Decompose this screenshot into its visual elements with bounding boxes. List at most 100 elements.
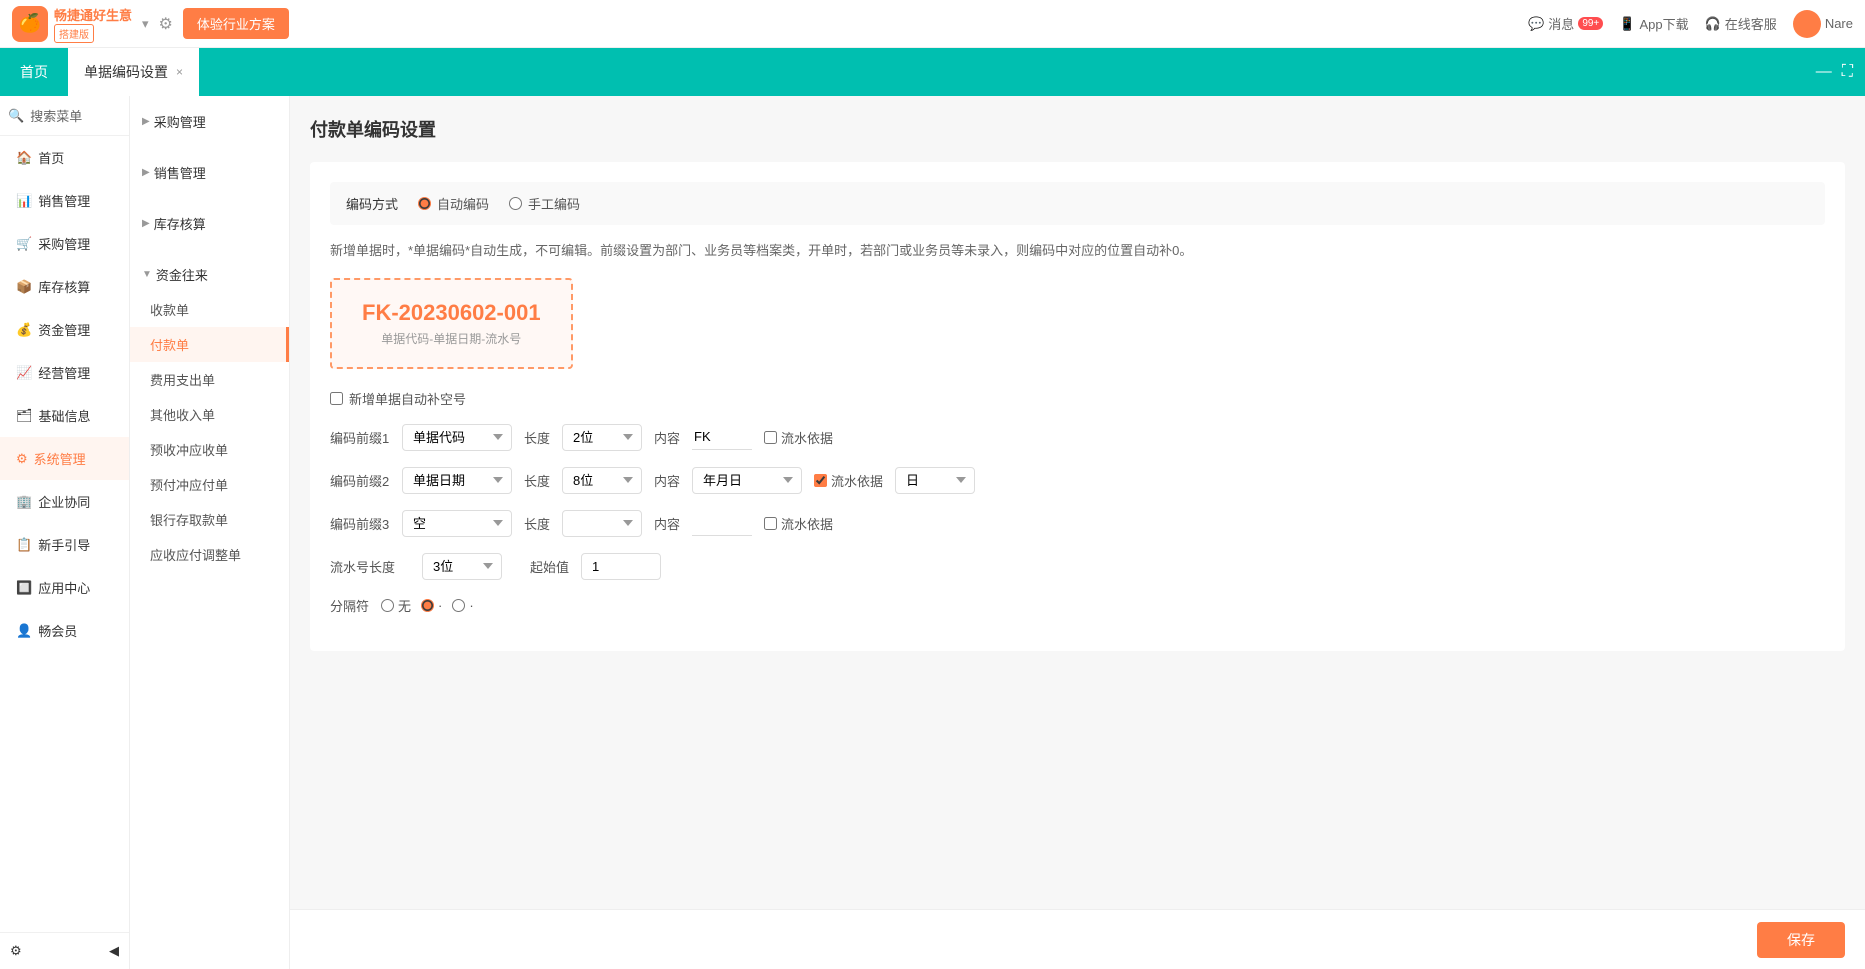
prefix2-serial-unit-select[interactable]: 日 月 年 [895, 467, 975, 494]
sec-item-prepay-receivable[interactable]: 预收冲应收单 [130, 432, 289, 467]
separator-dot-text: · [438, 598, 442, 613]
prefix2-content-select[interactable]: 年月日 年月 年 [692, 467, 802, 494]
prefix1-content-input[interactable] [692, 424, 752, 450]
preview-code: FK-20230602-001 [362, 300, 541, 326]
sidebar-item-sales[interactable]: 📊 销售管理 [0, 179, 129, 222]
serial-length-select[interactable]: 3位 4位 5位 6位 [422, 553, 502, 580]
user-area[interactable]: Nare [1793, 10, 1853, 38]
sidebar-item-purchase[interactable]: 🛒 采购管理 [0, 222, 129, 265]
preview-desc: 单据代码-单据日期-流水号 [362, 330, 541, 347]
sidebar-item-appcenter-label: 应用中心 [38, 578, 90, 597]
sidebar-item-guide[interactable]: 📋 新手引导 [0, 523, 129, 566]
message-item[interactable]: 💬 消息 99+ [1528, 14, 1603, 33]
prefix3-length-select[interactable] [562, 510, 642, 537]
separator-dash-label[interactable]: · [452, 598, 473, 613]
tab-home[interactable]: 首页 [0, 48, 68, 96]
encoding-mode-title: 编码方式 [346, 194, 398, 213]
sec-label-capital: 资金往来 [156, 265, 208, 284]
sidebar-footer: ⚙ ◀ [0, 932, 129, 969]
prefix1-length-select[interactable]: 2位 4位 [562, 424, 642, 451]
sec-group-inventory: ▶ 库存核算 [130, 198, 289, 249]
topbar-chevron-icon[interactable]: ▾ [142, 16, 149, 32]
start-value-input[interactable] [581, 553, 661, 580]
app-download-item[interactable]: 📱 App下载 [1619, 14, 1688, 33]
chevron-inventory-icon: ▶ [142, 218, 150, 229]
prefix3-serial-checkbox-label[interactable]: 流水依据 [764, 514, 833, 533]
footer-collapse-icon[interactable]: ◀ [109, 943, 119, 959]
message-badge: 99+ [1578, 17, 1603, 30]
separator-none-radio[interactable] [381, 599, 394, 612]
prefix3-content-input[interactable] [692, 510, 752, 536]
separator-label: 分隔符 [330, 596, 369, 615]
separator-dash-text: · [469, 598, 473, 613]
sidebar-item-purchase-label: 采购管理 [38, 234, 90, 253]
topbar-settings-icon[interactable]: ⚙ [159, 14, 173, 34]
sec-item-bank-deposit[interactable]: 银行存取款单 [130, 502, 289, 537]
tab-serial-config[interactable]: 单据编码设置 × [68, 48, 199, 96]
separator-none-text: 无 [398, 596, 411, 615]
inventory-icon: 📦 [16, 279, 32, 295]
sidebar-search[interactable]: 🔍 搜索菜单 [0, 96, 129, 136]
service-icon: 🎧 [1705, 16, 1721, 32]
prefix1-serial-checkbox[interactable] [764, 431, 777, 444]
separator-dash-radio[interactable] [452, 599, 465, 612]
sidebar-item-operations[interactable]: 📈 经营管理 [0, 351, 129, 394]
sidebar-item-enterprise[interactable]: 🏢 企业协同 [0, 480, 129, 523]
sec-item-receipt[interactable]: 收款单 [130, 292, 289, 327]
prefix1-length-label: 长度 [524, 428, 550, 447]
sidebar-item-home[interactable]: 🏠 首页 [0, 136, 129, 179]
prefix2-length-select[interactable]: 8位 6位 10位 [562, 467, 642, 494]
sec-header-purchase[interactable]: ▶ 采购管理 [130, 104, 289, 139]
sidebar-item-member-label: 畅会员 [38, 621, 77, 640]
sidebar-item-basic[interactable]: 🗂 基础信息 [0, 394, 129, 437]
manual-code-radio[interactable] [509, 197, 522, 210]
message-label: 消息 [1548, 14, 1574, 33]
footer-settings-icon[interactable]: ⚙ [10, 943, 22, 959]
prefix1-select[interactable]: 单据代码 单据日期 部门 业务员 空 [402, 424, 512, 451]
tab-close-icon[interactable]: × [176, 65, 183, 79]
sec-header-inventory[interactable]: ▶ 库存核算 [130, 206, 289, 241]
auto-code-radio[interactable] [418, 197, 431, 210]
auto-fill-checkbox[interactable] [330, 392, 343, 405]
sidebar-item-inventory[interactable]: 📦 库存核算 [0, 265, 129, 308]
prefix3-serial-checkbox[interactable] [764, 517, 777, 530]
preview-box: FK-20230602-001 单据代码-单据日期-流水号 [330, 278, 573, 369]
sidebar-item-appcenter[interactable]: 🔲 应用中心 [0, 566, 129, 609]
prefix2-serial-checkbox-label[interactable]: 流水依据 [814, 471, 883, 490]
chevron-sales-icon: ▶ [142, 167, 150, 178]
sec-item-other-income[interactable]: 其他收入单 [130, 397, 289, 432]
nav-minimize-icon[interactable]: — [1816, 63, 1832, 81]
topbar-right: 💬 消息 99+ 📱 App下载 🎧 在线客服 Nare [1528, 10, 1853, 38]
sidebar-item-system-label: 系统管理 [34, 449, 86, 468]
trial-button[interactable]: 体验行业方案 [183, 8, 289, 39]
separator-dot-label[interactable]: · [421, 598, 442, 613]
app-download-label: App下载 [1639, 14, 1688, 33]
sidebar-item-finance[interactable]: 💰 资金管理 [0, 308, 129, 351]
sidebar-item-member[interactable]: 👤 畅会员 [0, 609, 129, 652]
nav-expand-icon[interactable]: ⛶ [1842, 63, 1853, 81]
sidebar-item-guide-label: 新手引导 [38, 535, 90, 554]
prefix2-serial-checkbox[interactable] [814, 474, 827, 487]
sec-header-capital[interactable]: ▼ 资金往来 [130, 257, 289, 292]
prefix3-select[interactable]: 空 单据代码 单据日期 部门 业务员 [402, 510, 512, 537]
enterprise-icon: 🏢 [16, 494, 32, 510]
prefix1-serial-label: 流水依据 [781, 428, 833, 447]
auto-code-radio-label[interactable]: 自动编码 [418, 194, 489, 213]
prefix2-select[interactable]: 单据日期 单据代码 部门 业务员 空 [402, 467, 512, 494]
sec-item-prepay-payable[interactable]: 预付冲应付单 [130, 467, 289, 502]
sidebar-item-system[interactable]: ⚙ 系统管理 [0, 437, 129, 480]
sec-item-expense[interactable]: 费用支出单 [130, 362, 289, 397]
save-button[interactable]: 保存 [1757, 922, 1845, 958]
sec-item-receivable-adjust[interactable]: 应收应付调整单 [130, 537, 289, 572]
prefix1-label: 编码前缀1 [330, 428, 390, 447]
separator-dot-radio[interactable] [421, 599, 434, 612]
sidebar-item-sales-label: 销售管理 [38, 191, 90, 210]
sec-item-payment[interactable]: 付款单 [130, 327, 289, 362]
separator-none-label[interactable]: 无 [381, 596, 411, 615]
manual-code-radio-label[interactable]: 手工编码 [509, 194, 580, 213]
online-service-item[interactable]: 🎧 在线客服 [1705, 14, 1777, 33]
auto-fill-label: 新增单据自动补空号 [349, 389, 466, 408]
prefix1-serial-checkbox-label[interactable]: 流水依据 [764, 428, 833, 447]
sec-item-expense-label: 费用支出单 [150, 373, 215, 388]
sec-header-sales[interactable]: ▶ 销售管理 [130, 155, 289, 190]
